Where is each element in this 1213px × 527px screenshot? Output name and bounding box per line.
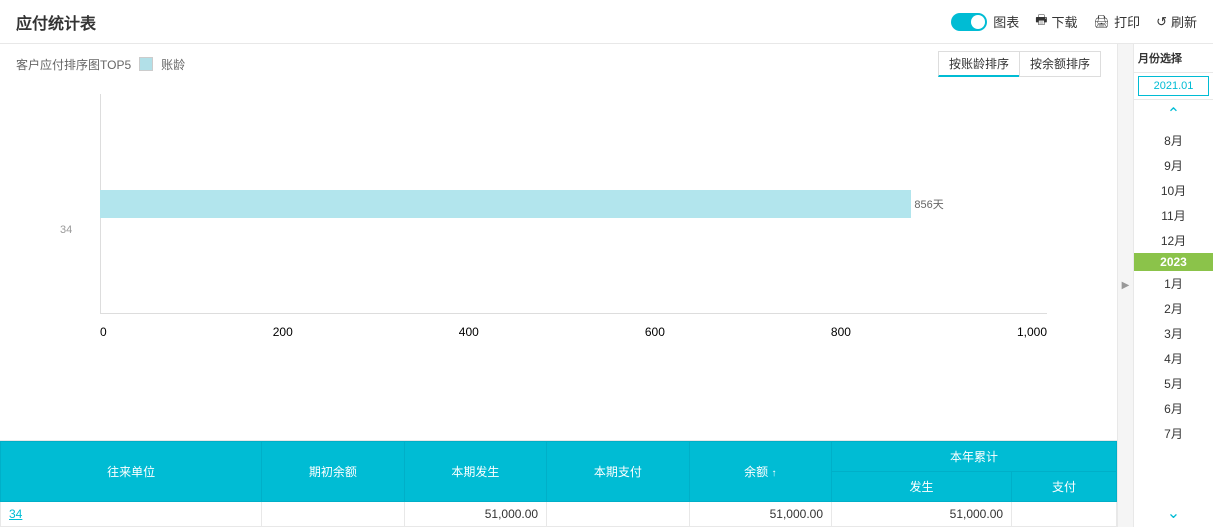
collapse-button[interactable]: ▶ [1117, 44, 1133, 527]
th-opening-balance: 期初余额 [262, 442, 404, 502]
sidebar-scroll-down-button[interactable]: ⌄ [1134, 499, 1213, 527]
month-item-12[interactable]: 12月 [1134, 228, 1213, 253]
sort-by-amount-button[interactable]: 按余额排序 [1019, 51, 1101, 77]
y-axis-label: 34 [60, 224, 72, 236]
page-title: 应付统计表 [16, 10, 96, 34]
sort-buttons: 按账龄排序 按余额排序 [938, 51, 1101, 77]
table-section: 往来单位 期初余额 本期发生 本期支付 余额 ↑ 本年累计 发生 [0, 440, 1117, 527]
collapse-icon: ▶ [1122, 280, 1130, 291]
th-balance: 余额 ↑ [689, 442, 831, 502]
x-label-0: 0 [100, 325, 107, 339]
sidebar: 月份选择 ⌃ 8月 9月 10月 11月 12月 2023 1月 2月 3月 4… [1133, 44, 1213, 527]
td-opening-balance [262, 502, 404, 527]
td-current-payment [547, 502, 689, 527]
th-ytd-occurrence: 发生 [832, 472, 1012, 502]
x-label-200: 200 [273, 325, 293, 339]
month-item-9[interactable]: 9月 [1134, 153, 1213, 178]
scroll-down-icon: ⌄ [1167, 503, 1180, 523]
sidebar-header: 月份选择 [1134, 44, 1213, 73]
month-item-2[interactable]: 2月 [1134, 296, 1213, 321]
chart-section: 客户应付排序图TOP5 账龄 按账龄排序 按余额排序 34 [0, 44, 1117, 527]
chart-toggle-container: 图表 [951, 12, 1019, 31]
sidebar-date-input[interactable] [1138, 76, 1209, 96]
sidebar-date-container [1134, 73, 1213, 100]
month-item-7[interactable]: 7月 [1134, 421, 1213, 446]
td-current-occurrence: 51,000.00 [404, 502, 546, 527]
x-axis-labels: 0 200 400 600 800 1,000 [100, 325, 1047, 339]
month-item-5[interactable]: 5月 [1134, 371, 1213, 396]
th-current-payment: 本期支付 [547, 442, 689, 502]
td-ytd-payment [1012, 502, 1117, 527]
bar-chart-area: 34 856天 0 [50, 84, 1087, 364]
app-container: 应付统计表 图表 🖶 下载 🖨 打印 ↺ 刷新 [0, 0, 1213, 527]
print-label: 打印 [1114, 12, 1140, 31]
bar-area: 856天 0 200 400 600 800 1,000 [100, 94, 1047, 314]
month-item-4[interactable]: 4月 [1134, 346, 1213, 371]
bar-end-label: 856天 [914, 196, 943, 212]
chart-container: 34 856天 0 [0, 84, 1117, 440]
td-ytd-occurrence: 51,000.00 [832, 502, 1012, 527]
td-balance: 51,000.00 [689, 502, 831, 527]
chart-toggle[interactable] [951, 13, 987, 31]
table-row: 34 51,000.00 51,000.00 51,000.00 [1, 502, 1117, 527]
refresh-label: 刷新 [1171, 12, 1197, 31]
x-label-400: 400 [459, 325, 479, 339]
th-ytd-payment: 支付 [1012, 472, 1117, 502]
unit-link[interactable]: 34 [9, 507, 22, 521]
main-content: 客户应付排序图TOP5 账龄 按账龄排序 按余额排序 34 [0, 44, 1213, 527]
month-item-1[interactable]: 1月 [1134, 271, 1213, 296]
scroll-up-icon: ⌃ [1167, 104, 1180, 124]
download-icon: 🖶 [1035, 11, 1047, 33]
sidebar-title: 月份选择 [1138, 50, 1182, 66]
legend-box-label: 账龄 [161, 56, 185, 73]
chart-toggle-label: 图表 [993, 12, 1019, 31]
legend-title: 客户应付排序图TOP5 [16, 56, 131, 73]
header-actions: 图表 🖶 下载 🖨 打印 ↺ 刷新 [951, 11, 1197, 33]
month-item-8[interactable]: 8月 [1134, 128, 1213, 153]
print-button[interactable]: 🖨 打印 [1094, 12, 1141, 31]
download-button[interactable]: 🖶 下载 [1035, 11, 1077, 33]
x-label-600: 600 [645, 325, 665, 339]
legend-box [139, 57, 153, 71]
sidebar-month-list: 8月 9月 10月 11月 12月 2023 1月 2月 3月 4月 5月 6月… [1134, 128, 1213, 499]
year-badge-2023[interactable]: 2023 [1134, 253, 1213, 271]
header: 应付统计表 图表 🖶 下载 🖨 打印 ↺ 刷新 [0, 0, 1213, 44]
x-label-800: 800 [831, 325, 851, 339]
td-unit: 34 [1, 502, 262, 527]
month-item-11[interactable]: 11月 [1134, 203, 1213, 228]
grid-line-bottom [100, 313, 1047, 314]
data-table: 往来单位 期初余额 本期发生 本期支付 余额 ↑ 本年累计 发生 [0, 441, 1117, 527]
print-icon: 🖨 [1094, 14, 1111, 30]
refresh-icon: ↺ [1156, 14, 1167, 30]
th-ytd-group: 本年累计 [832, 442, 1117, 472]
th-unit: 往来单位 [1, 442, 262, 502]
x-label-1000: 1,000 [1017, 325, 1047, 339]
th-current-occurrence: 本期发生 [404, 442, 546, 502]
month-item-6[interactable]: 6月 [1134, 396, 1213, 421]
bar-fill [100, 190, 911, 218]
download-label: 下载 [1052, 12, 1078, 31]
sidebar-scroll-up-button[interactable]: ⌃ [1134, 100, 1213, 128]
month-item-3[interactable]: 3月 [1134, 321, 1213, 346]
refresh-button[interactable]: ↺ 刷新 [1156, 12, 1197, 31]
balance-sort-icon[interactable]: ↑ [771, 468, 776, 479]
sort-by-balance-button[interactable]: 按账龄排序 [938, 51, 1019, 77]
month-item-10[interactable]: 10月 [1134, 178, 1213, 203]
chart-legend: 客户应付排序图TOP5 账龄 [16, 56, 185, 73]
chart-top: 客户应付排序图TOP5 账龄 按账龄排序 按余额排序 [0, 44, 1117, 84]
